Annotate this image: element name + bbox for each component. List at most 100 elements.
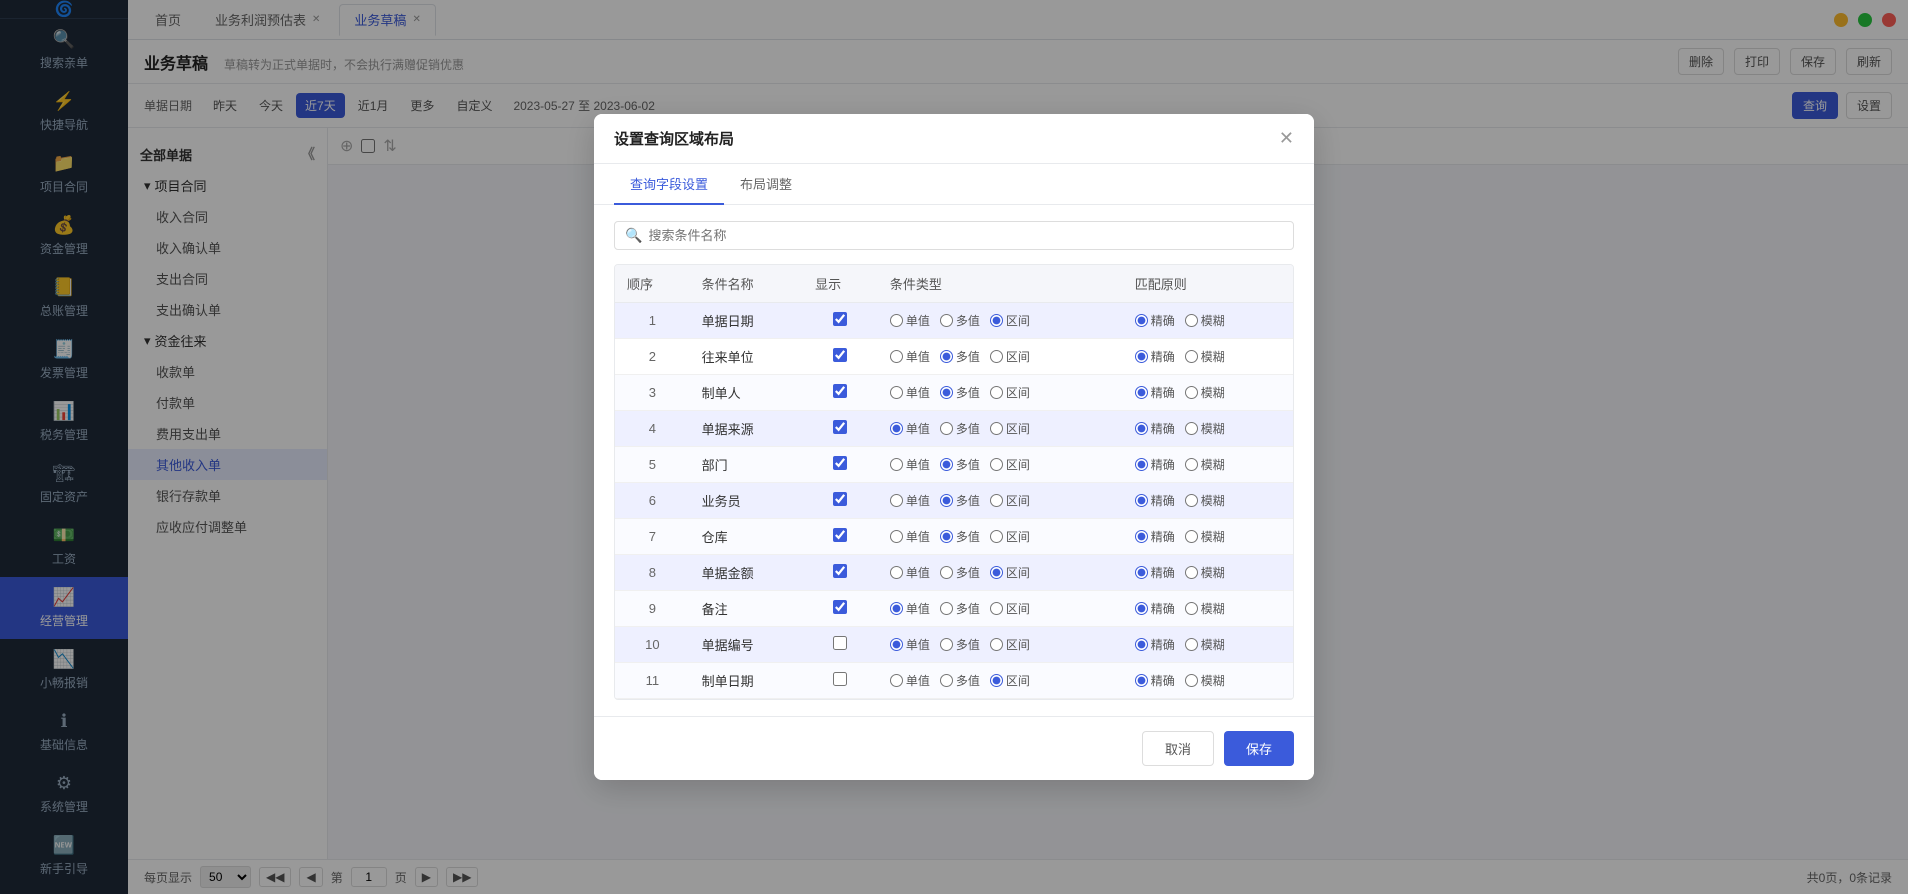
display-checkbox[interactable] bbox=[833, 600, 847, 614]
match-radio-模糊[interactable]: 模糊 bbox=[1185, 492, 1225, 509]
match-radio-模糊[interactable]: 模糊 bbox=[1185, 384, 1225, 401]
dialog-tab-layout[interactable]: 布局调整 bbox=[724, 164, 808, 205]
row-order: 7 bbox=[615, 519, 690, 555]
dialog-tab-query_fields[interactable]: 查询字段设置 bbox=[614, 164, 724, 205]
type-radio-多值[interactable]: 多值 bbox=[940, 348, 980, 365]
display-checkbox[interactable] bbox=[833, 492, 847, 506]
type-radio-单值[interactable]: 单值 bbox=[890, 456, 930, 473]
match-radio-模糊[interactable]: 模糊 bbox=[1185, 456, 1225, 473]
display-checkbox[interactable] bbox=[833, 528, 847, 542]
match-radio-精确[interactable]: 精确 bbox=[1135, 312, 1175, 329]
row-match: 精确模糊 bbox=[1123, 663, 1293, 699]
col-header-顺序: 顺序 bbox=[615, 265, 690, 303]
display-checkbox[interactable] bbox=[833, 384, 847, 398]
type-radio-区间[interactable]: 区间 bbox=[990, 636, 1030, 653]
match-radio-模糊[interactable]: 模糊 bbox=[1185, 564, 1225, 581]
type-radio-多值[interactable]: 多值 bbox=[940, 636, 980, 653]
type-radio-单值[interactable]: 单值 bbox=[890, 528, 930, 545]
row-name: 备注 bbox=[690, 591, 803, 627]
type-radio-单值[interactable]: 单值 bbox=[890, 420, 930, 437]
match-radio-模糊[interactable]: 模糊 bbox=[1185, 528, 1225, 545]
row-name: 部门 bbox=[690, 447, 803, 483]
type-radio-多值[interactable]: 多值 bbox=[940, 420, 980, 437]
type-radio-单值[interactable]: 单值 bbox=[890, 636, 930, 653]
type-radio-区间[interactable]: 区间 bbox=[990, 312, 1030, 329]
table-row: 3制单人单值多值区间精确模糊 bbox=[615, 375, 1293, 411]
type-radio-单值[interactable]: 单值 bbox=[890, 600, 930, 617]
match-radio-精确[interactable]: 精确 bbox=[1135, 672, 1175, 689]
type-radio-区间[interactable]: 区间 bbox=[990, 528, 1030, 545]
type-radio-区间[interactable]: 区间 bbox=[990, 348, 1030, 365]
row-order: 5 bbox=[615, 447, 690, 483]
type-radio-区间[interactable]: 区间 bbox=[990, 600, 1030, 617]
type-radio-单值[interactable]: 单值 bbox=[890, 312, 930, 329]
type-radio-多值[interactable]: 多值 bbox=[940, 564, 980, 581]
type-radio-区间[interactable]: 区间 bbox=[990, 564, 1030, 581]
row-type: 单值多值区间 bbox=[878, 447, 1123, 483]
type-radio-区间[interactable]: 区间 bbox=[990, 456, 1030, 473]
row-order: 2 bbox=[615, 339, 690, 375]
type-radio-多值[interactable]: 多值 bbox=[940, 384, 980, 401]
dialog-save-button[interactable]: 保存 bbox=[1224, 731, 1294, 766]
display-checkbox[interactable] bbox=[833, 564, 847, 578]
type-radio-单值[interactable]: 单值 bbox=[890, 384, 930, 401]
type-radio-多值[interactable]: 多值 bbox=[940, 492, 980, 509]
match-radio-模糊[interactable]: 模糊 bbox=[1185, 636, 1225, 653]
table-row: 10单据编号单值多值区间精确模糊 bbox=[615, 627, 1293, 663]
row-match: 精确模糊 bbox=[1123, 303, 1293, 339]
match-radio-精确[interactable]: 精确 bbox=[1135, 600, 1175, 617]
row-name: 单据日期 bbox=[690, 303, 803, 339]
row-name: 仓库 bbox=[690, 519, 803, 555]
col-header-匹配原则: 匹配原则 bbox=[1123, 265, 1293, 303]
type-radio-多值[interactable]: 多值 bbox=[940, 528, 980, 545]
match-radio-精确[interactable]: 精确 bbox=[1135, 492, 1175, 509]
display-checkbox[interactable] bbox=[833, 312, 847, 326]
match-radio-模糊[interactable]: 模糊 bbox=[1185, 420, 1225, 437]
match-radio-精确[interactable]: 精确 bbox=[1135, 420, 1175, 437]
row-match: 精确模糊 bbox=[1123, 375, 1293, 411]
match-radio-模糊[interactable]: 模糊 bbox=[1185, 600, 1225, 617]
row-type: 单值多值区间 bbox=[878, 555, 1123, 591]
display-checkbox[interactable] bbox=[833, 672, 847, 686]
type-radio-区间[interactable]: 区间 bbox=[990, 384, 1030, 401]
display-checkbox[interactable] bbox=[833, 456, 847, 470]
type-radio-多值[interactable]: 多值 bbox=[940, 456, 980, 473]
condition-search-input[interactable] bbox=[648, 228, 1283, 243]
search-bar: 🔍 bbox=[614, 221, 1294, 250]
match-radio-模糊[interactable]: 模糊 bbox=[1185, 672, 1225, 689]
match-radio-模糊[interactable]: 模糊 bbox=[1185, 312, 1225, 329]
type-radio-多值[interactable]: 多值 bbox=[940, 672, 980, 689]
dialog-title: 设置查询区域布局 bbox=[614, 128, 734, 149]
display-checkbox[interactable] bbox=[833, 636, 847, 650]
dialog-close-button[interactable]: ✕ bbox=[1279, 128, 1294, 149]
match-radio-精确[interactable]: 精确 bbox=[1135, 528, 1175, 545]
row-name: 制单日期 bbox=[690, 663, 803, 699]
row-display bbox=[803, 303, 878, 339]
row-order: 4 bbox=[615, 411, 690, 447]
row-name: 单据金额 bbox=[690, 555, 803, 591]
type-radio-单值[interactable]: 单值 bbox=[890, 492, 930, 509]
row-order: 10 bbox=[615, 627, 690, 663]
type-radio-区间[interactable]: 区间 bbox=[990, 492, 1030, 509]
display-checkbox[interactable] bbox=[833, 420, 847, 434]
row-type: 单值多值区间 bbox=[878, 339, 1123, 375]
match-radio-精确[interactable]: 精确 bbox=[1135, 456, 1175, 473]
type-radio-单值[interactable]: 单值 bbox=[890, 348, 930, 365]
type-radio-多值[interactable]: 多值 bbox=[940, 312, 980, 329]
row-type: 单值多值区间 bbox=[878, 483, 1123, 519]
type-radio-区间[interactable]: 区间 bbox=[990, 672, 1030, 689]
cancel-button[interactable]: 取消 bbox=[1142, 731, 1214, 766]
table-row: 9备注单值多值区间精确模糊 bbox=[615, 591, 1293, 627]
display-checkbox[interactable] bbox=[833, 348, 847, 362]
type-radio-单值[interactable]: 单值 bbox=[890, 564, 930, 581]
type-radio-单值[interactable]: 单值 bbox=[890, 672, 930, 689]
match-radio-精确[interactable]: 精确 bbox=[1135, 564, 1175, 581]
match-radio-精确[interactable]: 精确 bbox=[1135, 348, 1175, 365]
type-radio-多值[interactable]: 多值 bbox=[940, 600, 980, 617]
match-radio-精确[interactable]: 精确 bbox=[1135, 636, 1175, 653]
col-header-条件名称: 条件名称 bbox=[690, 265, 803, 303]
row-type: 单值多值区间 bbox=[878, 663, 1123, 699]
type-radio-区间[interactable]: 区间 bbox=[990, 420, 1030, 437]
match-radio-精确[interactable]: 精确 bbox=[1135, 384, 1175, 401]
match-radio-模糊[interactable]: 模糊 bbox=[1185, 348, 1225, 365]
